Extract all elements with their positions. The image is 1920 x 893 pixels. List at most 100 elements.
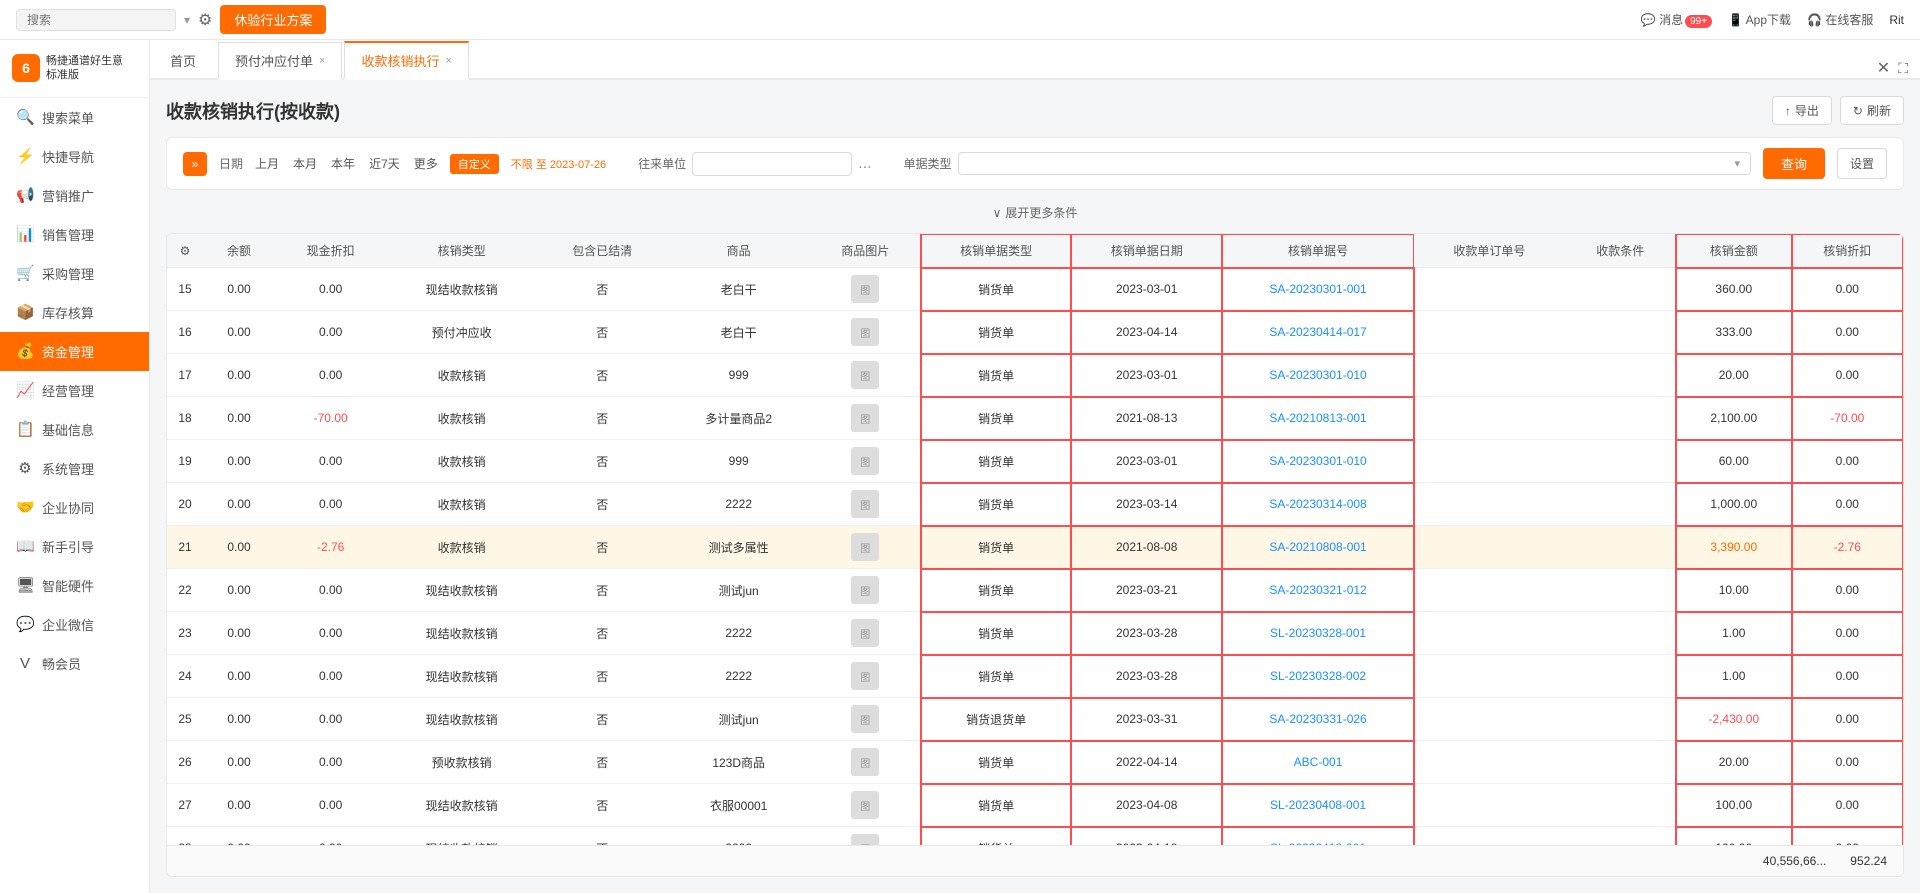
sidebar-item-6[interactable]: 💰资金管理 [0,332,149,371]
table-row[interactable]: 17 0.00 0.00 收款核销 否 999 图 销货单 2023-03-01… [167,354,1903,397]
bill-no-link[interactable]: SA-20230301-010 [1269,368,1366,382]
row-receipt-condition [1565,827,1676,846]
table-container[interactable]: ⚙ 余额 现金折扣 核销类型 包含已结清 商品 商品图片 核销单据类型 核销单据… [167,234,1903,845]
bill-no-link[interactable]: SA-20210813-001 [1269,411,1366,425]
table-row[interactable]: 19 0.00 0.00 收款核销 否 999 图 销货单 2023-03-01… [167,440,1903,483]
app-download-link[interactable]: 📱 App下载 [1728,11,1791,28]
row-num: 22 [167,569,203,612]
bill-no-link[interactable]: SA-20210808-001 [1269,540,1366,554]
tab-prepay[interactable]: 预付冲应付单 × [218,42,342,80]
row-balance: 0.00 [203,397,275,440]
partner-filter-group: 往来单位 ... [638,152,871,176]
date-custom-btn[interactable]: 自定义 [450,154,499,174]
bill-no-link[interactable]: SA-20230301-010 [1269,454,1366,468]
industry-button[interactable]: 休验行业方案 [220,5,326,34]
table-row[interactable]: 27 0.00 0.00 现结收款核销 否 衣服00001 图 销货单 2023… [167,784,1903,827]
bill-type-chevron: ▾ [1734,157,1740,170]
sidebar-icon-1: ⚡ [16,147,34,165]
filter-toggle-btn[interactable]: » [183,152,207,176]
sidebar-item-0[interactable]: 🔍搜索菜单 [0,98,149,137]
bill-no-link[interactable]: SA-20230321-012 [1269,583,1366,597]
search-input[interactable] [16,9,176,31]
sidebar-item-11[interactable]: 📖新手引导 [0,527,149,566]
bill-no-link[interactable]: ABC-001 [1294,755,1343,769]
row-bill-no: SA-20210808-001 [1222,526,1414,569]
tab-close-writeoff[interactable]: × [445,55,451,67]
sidebar-item-4[interactable]: 🛒采购管理 [0,254,149,293]
sidebar-item-1[interactable]: ⚡快捷导航 [0,137,149,176]
sidebar-item-12[interactable]: 🖥智能硬件 [0,566,149,605]
row-bill-date: 2023-03-01 [1071,354,1222,397]
row-product: 999 [668,440,810,483]
gear-button[interactable]: ⚙ [198,10,212,30]
online-service-link[interactable]: 🎧 在线客服 [1807,11,1873,28]
date-more[interactable]: 更多 [408,153,444,174]
logo-icon: 6 [12,54,40,82]
sidebar-item-7[interactable]: 📈经营管理 [0,371,149,410]
bill-no-link[interactable]: SA-20230301-001 [1269,282,1366,296]
sidebar-logo: 6 畅捷通谱好生意 标准版 [0,40,149,98]
message-icon[interactable]: 💬 消息99+ [1641,11,1712,28]
date-this-month[interactable]: 本月 [287,153,323,174]
row-writeoff-type: 现结收款核销 [386,569,537,612]
query-button[interactable]: 查询 [1763,148,1825,179]
sidebar-item-2[interactable]: 📢营销推广 [0,176,149,215]
table-row[interactable]: 26 0.00 0.00 预收款核销 否 123D商品 图 销货单 2022-0… [167,741,1903,784]
row-cash-discount: 0.00 [275,440,386,483]
date-7days[interactable]: 近7天 [363,153,406,174]
table-row[interactable]: 23 0.00 0.00 现结收款核销 否 2222 图 销货单 2023-03… [167,612,1903,655]
row-writeoff-type: 现结收款核销 [386,268,537,311]
row-bill-no: SA-20210813-001 [1222,397,1414,440]
table-row[interactable]: 28 0.00 0.00 现结收款核销 否 2222 图 销货单 2023-04… [167,827,1903,846]
table-row[interactable]: 22 0.00 0.00 现结收款核销 否 测试jun 图 销货单 2023-0… [167,569,1903,612]
table-row[interactable]: 25 0.00 0.00 现结收款核销 否 测试jun 图 销货退货单 2023… [167,698,1903,741]
row-bill-date: 2023-04-18 [1071,827,1222,846]
date-last-month[interactable]: 上月 [249,153,285,174]
row-balance: 0.00 [203,698,275,741]
table-row[interactable]: 21 0.00 -2.76 收款核销 否 测试多属性 图 销货单 2021-08… [167,526,1903,569]
settings-col-header[interactable]: ⚙ [167,234,203,268]
setting-button[interactable]: 设置 [1837,148,1887,179]
row-included-settled: 否 [537,311,668,354]
table-row[interactable]: 16 0.00 0.00 预付冲应收 否 老白干 图 销货单 2023-04-1… [167,311,1903,354]
row-balance: 0.00 [203,354,275,397]
row-bill-type: 销货单 [921,655,1072,698]
export-button[interactable]: ↑ 导出 [1772,96,1832,125]
maximize-icon[interactable]: ⛶ [1898,60,1908,77]
tab-writeoff[interactable]: 收款核销执行 × [344,41,468,80]
sidebar-label-12: 智能硬件 [42,576,94,595]
partner-filter-dots[interactable]: ... [858,155,871,173]
bill-type-select[interactable]: ▾ [958,152,1751,175]
bill-no-link[interactable]: SA-20230414-017 [1269,325,1366,339]
bill-no-link[interactable]: SA-20230331-026 [1269,712,1366,726]
row-writeoff-amount: -2,430.00 [1676,698,1792,741]
chevron-down-icon: ▾ [184,13,190,27]
sidebar-item-5[interactable]: 📦库存核算 [0,293,149,332]
table-row[interactable]: 18 0.00 -70.00 收款核销 否 多计量商品2 图 销货单 2021-… [167,397,1903,440]
refresh-button[interactable]: ↻ 刷新 [1840,96,1904,125]
sidebar-item-9[interactable]: ⚙系统管理 [0,449,149,488]
bill-no-link[interactable]: SL-20230328-002 [1270,669,1366,683]
expand-more-btn[interactable]: ∨ 展开更多条件 [985,200,1086,225]
table-row[interactable]: 24 0.00 0.00 现结收款核销 否 2222 图 销货单 2023-03… [167,655,1903,698]
table-header: ⚙ 余额 现金折扣 核销类型 包含已结清 商品 商品图片 核销单据类型 核销单据… [167,234,1903,268]
sidebar-item-10[interactable]: 🤝企业协同 [0,488,149,527]
row-included-settled: 否 [537,612,668,655]
bill-no-link[interactable]: SL-20230328-001 [1270,626,1366,640]
tab-close-prepay[interactable]: × [319,55,325,67]
row-balance: 0.00 [203,483,275,526]
table-row[interactable]: 20 0.00 0.00 收款核销 否 2222 图 销货单 2023-03-1… [167,483,1903,526]
sidebar-item-13[interactable]: 💬企业微信 [0,605,149,644]
date-this-year[interactable]: 本年 [325,153,361,174]
bill-no-link[interactable]: SL-20230408-001 [1270,798,1366,812]
partner-filter-input[interactable] [692,152,852,176]
row-bill-type: 销货单 [921,741,1072,784]
sidebar-item-8[interactable]: 📋基础信息 [0,410,149,449]
close-window-icon[interactable]: ✕ [1877,58,1890,78]
bill-no-link[interactable]: SA-20230314-008 [1269,497,1366,511]
tab-home[interactable]: 首页 [150,43,216,80]
row-product: 2222 [668,612,810,655]
table-row[interactable]: 15 0.00 0.00 现结收款核销 否 老白干 图 销货单 2023-03-… [167,268,1903,311]
sidebar-item-14[interactable]: V畅会员 [0,644,149,683]
sidebar-item-3[interactable]: 📊销售管理 [0,215,149,254]
